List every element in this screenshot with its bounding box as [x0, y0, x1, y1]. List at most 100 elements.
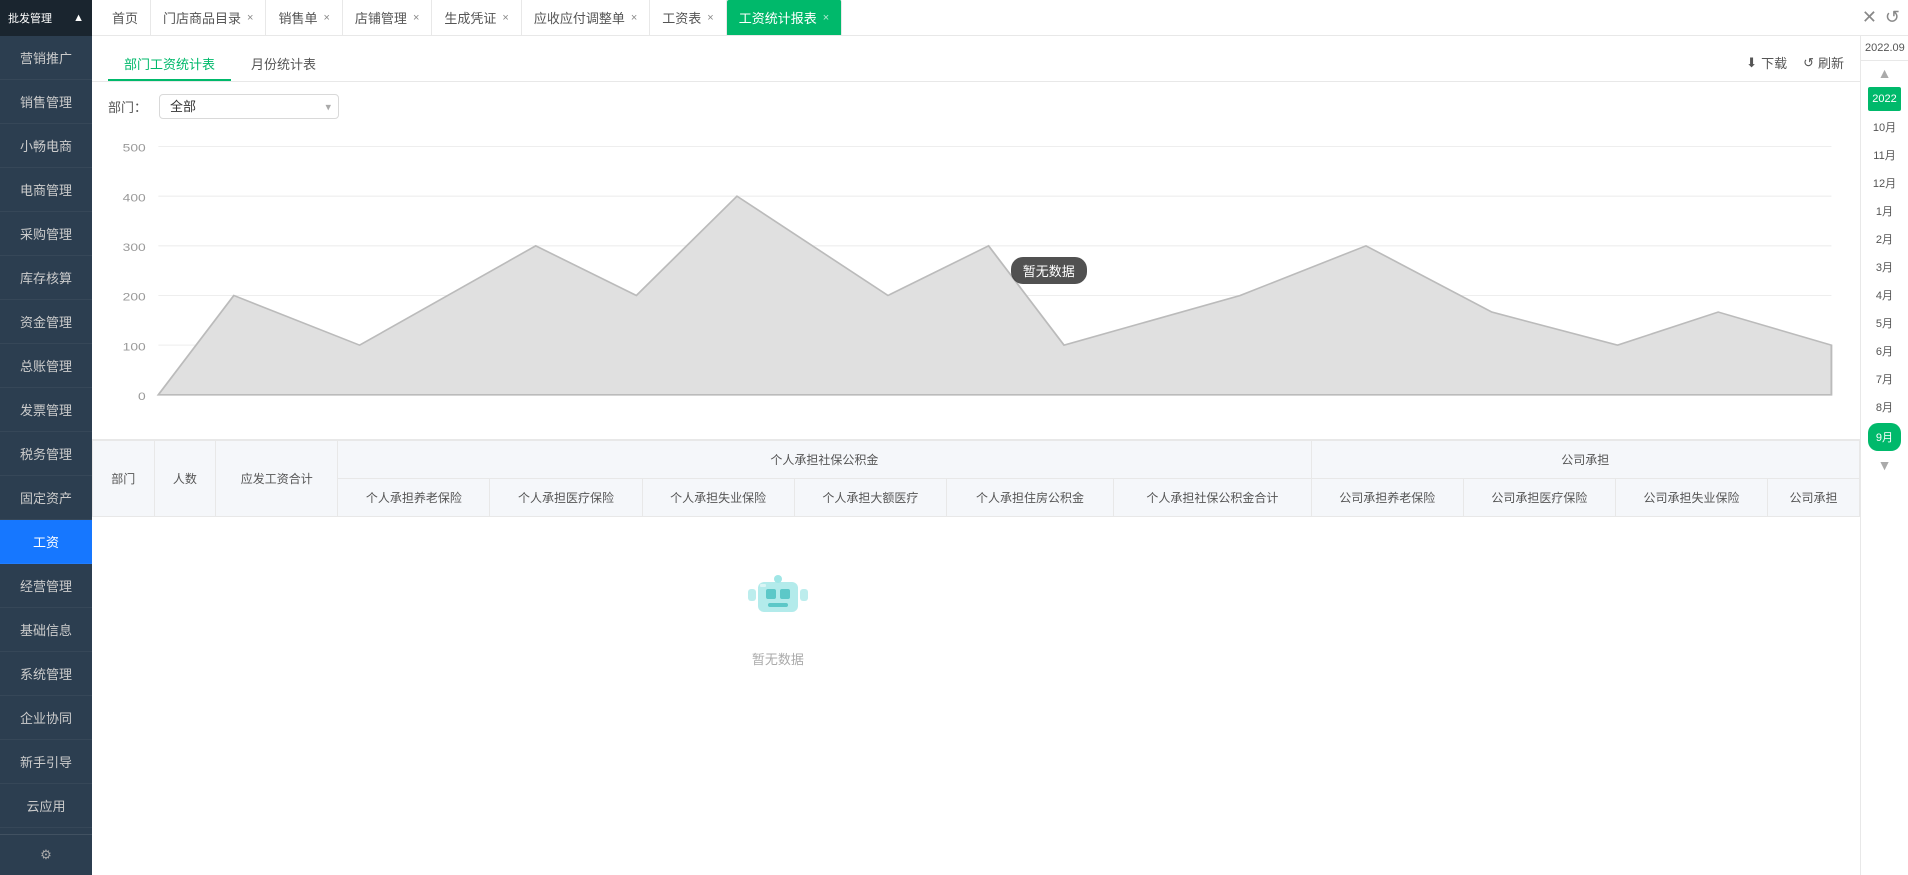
- refresh-tabs-icon[interactable]: ↺: [1885, 7, 1900, 28]
- chart-section: 500 400 300 200 100 0: [92, 131, 1860, 439]
- time-item-9月[interactable]: 9月: [1868, 423, 1900, 451]
- time-item-2022[interactable]: 2022: [1868, 87, 1900, 111]
- tab-工资表[interactable]: 工资表×: [650, 0, 726, 36]
- col-company-unemployment: 公司承担失业保险: [1615, 479, 1767, 517]
- tab-生成凭证[interactable]: 生成凭证×: [432, 0, 521, 36]
- department-select-wrapper[interactable]: 全部: [159, 94, 339, 119]
- sidebar-footer[interactable]: ⚙: [0, 834, 92, 875]
- sidebar-item-固定资产[interactable]: 固定资产: [0, 476, 92, 520]
- tab-close-icon[interactable]: ×: [502, 12, 508, 24]
- empty-text: 暂无数据: [752, 649, 804, 668]
- page-content: 部门工资统计表月份统计表 ⬇ 下载 ↺ 刷新 部门： 全: [92, 36, 1860, 875]
- sub-tabs-actions: ⬇ 下载 ↺ 刷新: [1746, 53, 1844, 76]
- sub-tabs: 部门工资统计表月份统计表 ⬇ 下载 ↺ 刷新: [92, 36, 1860, 82]
- col-personal-group: 个人承担社保公积金: [338, 441, 1311, 479]
- tab-close-icon[interactable]: ×: [823, 12, 829, 24]
- time-nav-up[interactable]: ▲: [1874, 61, 1896, 85]
- sidebar-item-税务管理[interactable]: 税务管理: [0, 432, 92, 476]
- time-item-2月[interactable]: 2月: [1864, 225, 1904, 253]
- tab-close-icon[interactable]: ×: [707, 12, 713, 24]
- sidebar-collapse-icon: ▲: [73, 12, 84, 24]
- sidebar-item-采购管理[interactable]: 采购管理: [0, 212, 92, 256]
- time-item-7月[interactable]: 7月: [1864, 365, 1904, 393]
- tab-门店商品目录[interactable]: 门店商品目录×: [151, 0, 266, 36]
- svg-text:0: 0: [138, 390, 146, 403]
- tab-bar: 首页门店商品目录×销售单×店铺管理×生成凭证×应收应付调整单×工资表×工资统计报…: [92, 0, 1908, 36]
- filter-bar: 部门： 全部: [92, 82, 1860, 131]
- time-item-6月[interactable]: 6月: [1864, 337, 1904, 365]
- time-item-3月[interactable]: 3月: [1864, 253, 1904, 281]
- refresh-button[interactable]: ↺ 刷新: [1803, 53, 1844, 72]
- time-item-12月[interactable]: 12月: [1864, 169, 1904, 197]
- col-department: 部门: [93, 441, 155, 517]
- refresh-icon: ↺: [1803, 55, 1814, 71]
- table-section[interactable]: 部门 人数 应发工资合计 个人承担社保公积金 公司承担 个人承担养老保险 个人承…: [92, 439, 1860, 875]
- col-personal-large-medical: 个人承担大额医疗: [794, 479, 946, 517]
- time-item-5月[interactable]: 5月: [1864, 309, 1904, 337]
- chart-svg: 500 400 300 200 100 0: [108, 131, 1844, 431]
- sidebar-item-企业协同[interactable]: 企业协同: [0, 696, 92, 740]
- tab-销售单[interactable]: 销售单×: [266, 0, 342, 36]
- sidebar-header[interactable]: 批发管理 ▲: [0, 0, 92, 36]
- main-area: 首页门店商品目录×销售单×店铺管理×生成凭证×应收应付调整单×工资表×工资统计报…: [92, 0, 1908, 875]
- filter-label: 部门：: [108, 97, 147, 116]
- sidebar-item-小畅电商[interactable]: 小畅电商: [0, 124, 92, 168]
- content-area: 部门工资统计表月份统计表 ⬇ 下载 ↺ 刷新 部门： 全: [92, 36, 1908, 875]
- tab-close-icon[interactable]: ×: [323, 12, 329, 24]
- sidebar-item-云应用[interactable]: 云应用: [0, 784, 92, 828]
- sidebar-item-基础信息[interactable]: 基础信息: [0, 608, 92, 652]
- empty-state: 暂无数据: [93, 517, 1464, 708]
- sidebar-item-经营管理[interactable]: 经营管理: [0, 564, 92, 608]
- tab-close-icon[interactable]: ×: [631, 12, 637, 24]
- sidebar-item-库存核算[interactable]: 库存核算: [0, 256, 92, 300]
- sidebar-item-工资[interactable]: 工资: [0, 520, 92, 564]
- tab-close-icon[interactable]: ×: [247, 12, 253, 24]
- sidebar-item-系统管理[interactable]: 系统管理: [0, 652, 92, 696]
- sub-tab-月份统计表[interactable]: 月份统计表: [235, 48, 332, 81]
- settings-icon: ⚙: [40, 847, 52, 862]
- col-company-other: 公司承担: [1768, 479, 1860, 517]
- time-nav-down[interactable]: ▼: [1874, 453, 1896, 477]
- tab-首页[interactable]: 首页: [100, 0, 151, 36]
- sidebar-item-销售管理[interactable]: 销售管理: [0, 80, 92, 124]
- col-personal-unemployment: 个人承担失业保险: [642, 479, 794, 517]
- sidebar-item-资金管理[interactable]: 资金管理: [0, 300, 92, 344]
- tab-close-icon[interactable]: ×: [413, 12, 419, 24]
- refresh-label: 刷新: [1818, 53, 1844, 72]
- chart-tooltip: 暂无数据: [1011, 257, 1087, 284]
- tab-店铺管理[interactable]: 店铺管理×: [343, 0, 432, 36]
- download-label: 下载: [1761, 53, 1787, 72]
- download-icon: ⬇: [1746, 55, 1757, 71]
- time-item-11月[interactable]: 11月: [1864, 141, 1904, 169]
- time-current[interactable]: 2022.09: [1861, 36, 1908, 61]
- sub-tab-部门工资统计表[interactable]: 部门工资统计表: [108, 48, 231, 81]
- svg-text:400: 400: [123, 191, 146, 204]
- time-item-8月[interactable]: 8月: [1864, 393, 1904, 421]
- col-personal-pension: 个人承担养老保险: [338, 479, 490, 517]
- tab-应收应付调整单[interactable]: 应收应付调整单×: [522, 0, 650, 36]
- col-personal-housing: 个人承担住房公积金: [946, 479, 1113, 517]
- sub-tabs-container: 部门工资统计表月份统计表: [108, 48, 332, 81]
- time-item-1月[interactable]: 1月: [1864, 197, 1904, 225]
- department-select[interactable]: 全部: [159, 94, 339, 119]
- svg-text:100: 100: [123, 340, 146, 353]
- data-table: 部门 人数 应发工资合计 个人承担社保公积金 公司承担 个人承担养老保险 个人承…: [92, 440, 1860, 708]
- download-button[interactable]: ⬇ 下载: [1746, 53, 1787, 72]
- close-all-icon[interactable]: ✕: [1862, 7, 1877, 28]
- col-company-pension: 公司承担养老保险: [1311, 479, 1463, 517]
- tab-工资统计报表[interactable]: 工资统计报表×: [727, 0, 842, 36]
- sidebar-item-总账管理[interactable]: 总账管理: [0, 344, 92, 388]
- sidebar-item-发票管理[interactable]: 发票管理: [0, 388, 92, 432]
- col-count: 人数: [154, 441, 216, 517]
- time-item-4月[interactable]: 4月: [1864, 281, 1904, 309]
- tabs-container: 首页门店商品目录×销售单×店铺管理×生成凭证×应收应付调整单×工资表×工资统计报…: [100, 0, 842, 36]
- chart-container: 500 400 300 200 100 0: [108, 131, 1844, 431]
- time-items-container: 202210月11月12月1月2月3月4月5月6月7月8月9月: [1864, 85, 1904, 453]
- sidebar-item-营销推广[interactable]: 营销推广: [0, 36, 92, 80]
- time-item-10月[interactable]: 10月: [1864, 113, 1904, 141]
- sidebar-item-新手引导[interactable]: 新手引导: [0, 740, 92, 784]
- sidebar: 批发管理 ▲ 营销推广销售管理小畅电商电商管理采购管理库存核算资金管理总账管理发…: [0, 0, 92, 875]
- right-sidebar: 2022.09 ▲ 202210月11月12月1月2月3月4月5月6月7月8月9…: [1860, 36, 1908, 875]
- sidebar-item-电商管理[interactable]: 电商管理: [0, 168, 92, 212]
- col-personal-total: 个人承担社保公积金合计: [1114, 479, 1311, 517]
